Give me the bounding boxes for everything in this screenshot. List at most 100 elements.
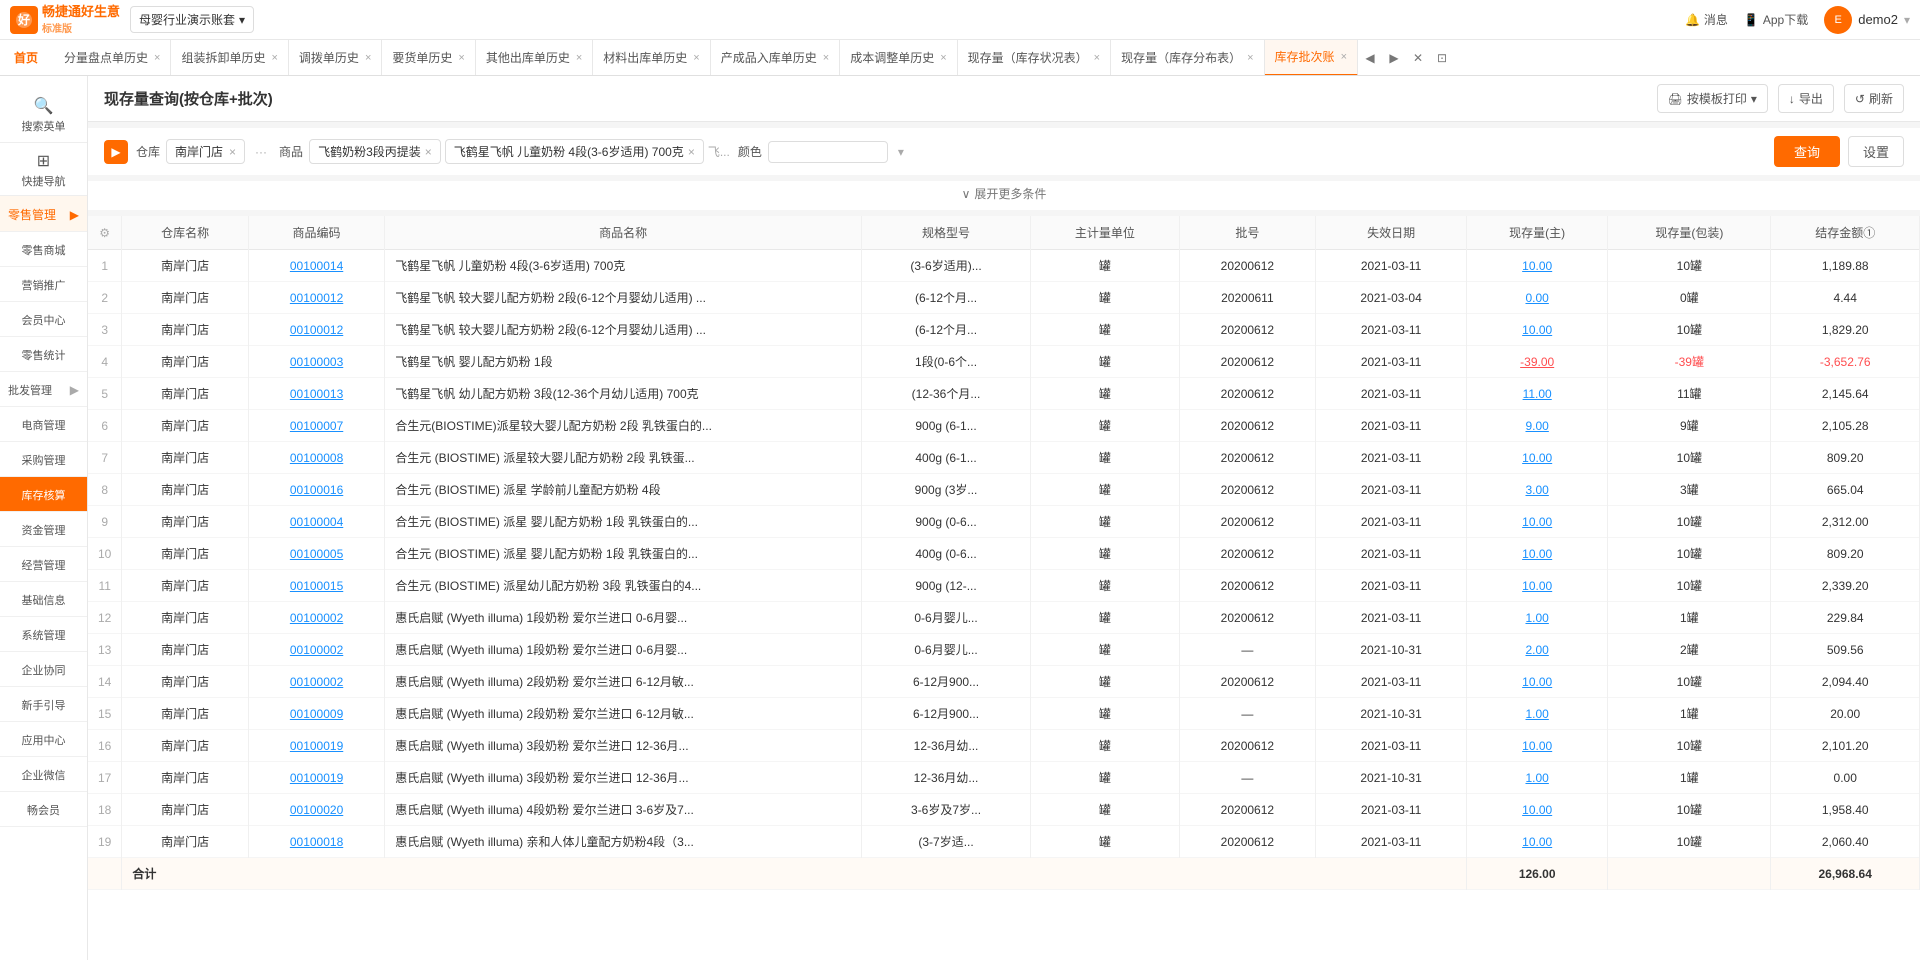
col-settings[interactable]: ⚙ <box>88 216 122 250</box>
tab-close-qitachu[interactable]: × <box>576 52 582 64</box>
tab-close-cailiao[interactable]: × <box>693 52 699 64</box>
row-code[interactable]: 00100005 <box>248 538 384 570</box>
row-qty-main[interactable]: 3.00 <box>1467 474 1608 506</box>
tab-close-xiancun2[interactable]: × <box>1247 52 1253 64</box>
query-btn[interactable]: 查询 <box>1774 136 1840 167</box>
tab-nav-left[interactable]: ◀ <box>1358 40 1382 76</box>
tab-kucunpici[interactable]: 库存批次账 × <box>1265 40 1358 76</box>
row-qty-main[interactable]: 10.00 <box>1467 826 1608 858</box>
row-qty-main[interactable]: 10.00 <box>1467 250 1608 282</box>
row-code[interactable]: 00100020 <box>248 794 384 826</box>
tab-fenpan[interactable]: 分量盘点单历史 × <box>54 40 171 76</box>
row-qty-main[interactable]: 10.00 <box>1467 538 1608 570</box>
sidebar-item-newbie[interactable]: 新手引导 <box>0 687 87 722</box>
row-code[interactable]: 00100013 <box>248 378 384 410</box>
row-code[interactable]: 00100003 <box>248 346 384 378</box>
tab-home[interactable]: 首页 <box>4 40 54 76</box>
tab-xiancun1[interactable]: 现存量（库存状况表） × <box>958 40 1111 76</box>
row-code[interactable]: 00100014 <box>248 250 384 282</box>
row-code[interactable]: 00100015 <box>248 570 384 602</box>
tab-zuhe[interactable]: 组装拆卸单历史 × <box>171 40 288 76</box>
expand-more-btn[interactable]: ∨ 展开更多条件 <box>962 185 1047 202</box>
export-btn[interactable]: ↓ 导出 <box>1778 84 1834 113</box>
tab-chancheng[interactable]: 产成品入库单历史 × <box>711 40 840 76</box>
row-code[interactable]: 00100004 <box>248 506 384 538</box>
refresh-btn[interactable]: ↺ 刷新 <box>1844 84 1904 113</box>
tab-close-zuhe[interactable]: × <box>271 52 277 64</box>
row-qty-main[interactable]: 1.00 <box>1467 698 1608 730</box>
row-code[interactable]: 00100012 <box>248 282 384 314</box>
row-qty-main[interactable]: 10.00 <box>1467 314 1608 346</box>
product-tag-2-close[interactable]: × <box>688 145 695 159</box>
color-input[interactable] <box>768 141 888 163</box>
sidebar-item-ecommerce[interactable]: 电商管理 <box>0 407 87 442</box>
row-qty-main[interactable]: 10.00 <box>1467 730 1608 762</box>
tab-close-fenpan[interactable]: × <box>154 52 160 64</box>
product-tag-1[interactable]: 飞鹤奶粉3段丙提装 × <box>309 139 441 164</box>
color-dropdown-icon[interactable]: ▾ <box>894 145 908 159</box>
sidebar-item-retail-stats[interactable]: 零售统计 <box>0 337 87 372</box>
sidebar-item-enterprise[interactable]: 企业协同 <box>0 652 87 687</box>
setting-btn[interactable]: 设置 <box>1848 136 1904 167</box>
row-code[interactable]: 00100007 <box>248 410 384 442</box>
sidebar-item-purchase[interactable]: 采购管理 <box>0 442 87 477</box>
row-qty-main[interactable]: 1.00 <box>1467 762 1608 794</box>
tab-close-chenben[interactable]: × <box>940 52 946 64</box>
product-tag-2[interactable]: 飞鹤星飞帆 儿童奶粉 4段(3-6岁适用) 700克 × <box>445 139 704 164</box>
row-code[interactable]: 00100009 <box>248 698 384 730</box>
tab-nav-right[interactable]: ▶ <box>1382 40 1406 76</box>
row-qty-main[interactable]: 9.00 <box>1467 410 1608 442</box>
row-qty-main[interactable]: -39.00 <box>1467 346 1608 378</box>
sidebar-item-member2[interactable]: 畅会员 <box>0 792 87 827</box>
sidebar-item-app-center[interactable]: 应用中心 <box>0 722 87 757</box>
sidebar-item-wx[interactable]: 企业微信 <box>0 757 87 792</box>
tab-close-xiancun1[interactable]: × <box>1094 52 1100 64</box>
product-tag-1-close[interactable]: × <box>425 145 432 159</box>
row-code[interactable]: 00100002 <box>248 602 384 634</box>
sidebar-item-member[interactable]: 会员中心 <box>0 302 87 337</box>
sidebar-item-operations[interactable]: 经营管理 <box>0 547 87 582</box>
row-code[interactable]: 00100019 <box>248 762 384 794</box>
tab-xiancun2[interactable]: 现存量（库存分布表） × <box>1111 40 1264 76</box>
tab-chenben[interactable]: 成本调整单历史 × <box>840 40 957 76</box>
row-code[interactable]: 00100018 <box>248 826 384 858</box>
row-code[interactable]: 00100002 <box>248 666 384 698</box>
row-code[interactable]: 00100008 <box>248 442 384 474</box>
app-download-btn[interactable]: 📱 App下载 <box>1744 11 1808 28</box>
tab-close-chancheng[interactable]: × <box>823 52 829 64</box>
table-container[interactable]: ⚙ 仓库名称 商品编码 商品名称 规格型号 主计量单位 批号 失效日期 现存量(… <box>88 216 1920 960</box>
sidebar-item-retail-shop[interactable]: 零售商城 <box>0 232 87 267</box>
row-qty-main[interactable]: 11.00 <box>1467 378 1608 410</box>
sidebar-quick-nav[interactable]: ⊞ 快捷导航 <box>0 143 87 196</box>
sidebar-item-inventory[interactable]: 库存核算 <box>0 477 87 512</box>
tab-close-diaob[interactable]: × <box>365 52 371 64</box>
filter-expand-btn[interactable]: ▶ <box>104 140 128 164</box>
tab-diaob[interactable]: 调拨单历史 × <box>289 40 382 76</box>
sidebar-item-basic-info[interactable]: 基础信息 <box>0 582 87 617</box>
row-qty-main[interactable]: 10.00 <box>1467 442 1608 474</box>
user-menu[interactable]: E demo2 ▾ <box>1824 6 1910 34</box>
tab-close-kucunpici[interactable]: × <box>1341 51 1347 63</box>
row-code[interactable]: 00100002 <box>248 634 384 666</box>
tab-cailiao[interactable]: 材料出库单历史 × <box>593 40 710 76</box>
sidebar-item-wholesale[interactable]: 批发管理 ▶ <box>0 372 87 407</box>
sidebar-item-retail-mgmt[interactable]: 零售管理 ▶ <box>0 196 87 232</box>
warehouse-more[interactable]: ··· <box>251 145 271 159</box>
warehouse-tag[interactable]: 南岸门店 × <box>166 139 245 164</box>
message-btn[interactable]: 🔔 消息 <box>1685 11 1728 28</box>
product-more[interactable]: 飞... <box>708 143 730 160</box>
tab-nav-expand[interactable]: ⊡ <box>1430 40 1454 76</box>
sidebar-item-system[interactable]: 系统管理 <box>0 617 87 652</box>
row-qty-main[interactable]: 2.00 <box>1467 634 1608 666</box>
row-code[interactable]: 00100016 <box>248 474 384 506</box>
row-code[interactable]: 00100019 <box>248 730 384 762</box>
row-qty-main[interactable]: 1.00 <box>1467 602 1608 634</box>
row-qty-main[interactable]: 0.00 <box>1467 282 1608 314</box>
tab-yaohuo[interactable]: 要货单历史 × <box>382 40 475 76</box>
tab-close-yaohuo[interactable]: × <box>458 52 464 64</box>
row-qty-main[interactable]: 10.00 <box>1467 666 1608 698</box>
tab-qitachu[interactable]: 其他出库单历史 × <box>476 40 593 76</box>
row-qty-main[interactable]: 10.00 <box>1467 506 1608 538</box>
template-print-btn[interactable]: 🖨 按模板打印 ▾ <box>1657 84 1768 113</box>
tab-close-all[interactable]: ✕ <box>1406 40 1430 76</box>
